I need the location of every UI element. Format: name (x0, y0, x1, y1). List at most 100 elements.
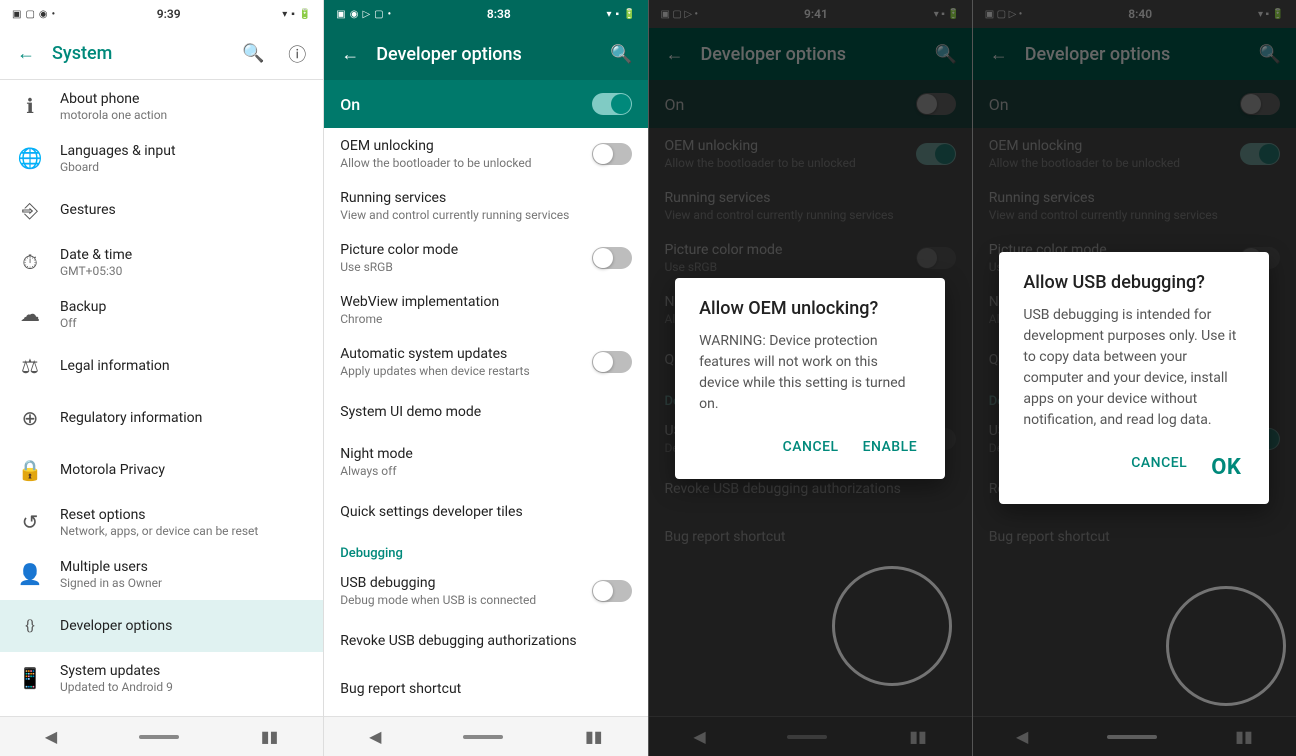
backup-icon: ☁ (16, 300, 44, 328)
about-icon: ℹ (16, 92, 44, 120)
dev-item-revoke-usb[interactable]: Revoke USB debugging authorizations (324, 617, 647, 665)
page-title-p2: Developer options (376, 44, 595, 65)
enable-circle-overlay (832, 566, 952, 686)
autoupdate-knob-p2 (593, 352, 613, 372)
datetime-icon: ⏱ (16, 248, 44, 276)
search-icon-p1[interactable]: 🔍 (235, 36, 271, 72)
dev-on-knob-p2 (611, 94, 631, 114)
dev-item-qs-tiles[interactable]: Quick settings developer tiles (324, 488, 647, 536)
legal-icon: ⚖ (16, 352, 44, 380)
settings-item-about[interactable]: ℹ About phone motorola one action (0, 80, 323, 132)
page-title-p1: System (52, 43, 227, 64)
colormode-knob-p2 (593, 248, 613, 268)
dev-item-nightmode[interactable]: Night mode Always off (324, 436, 647, 488)
settings-item-sysupdate[interactable]: 📱 System updates Updated to Android 9 (0, 652, 323, 704)
oem-dialog-overlay: Allow OEM unlocking? WARNING: Device pro… (649, 0, 972, 756)
oem-toggle-p2[interactable] (592, 143, 632, 165)
usb-ok-btn[interactable]: OK (1207, 447, 1245, 488)
dev-item-uidemo[interactable]: System UI demo mode (324, 388, 647, 436)
dev-on-label-p2: On (340, 95, 360, 114)
gestures-icon: ⎆ (16, 196, 44, 224)
colormode-toggle-p2[interactable] (592, 247, 632, 269)
settings-item-gestures[interactable]: ⎆ Gestures (0, 184, 323, 236)
oem-knob-p2 (593, 144, 613, 164)
privacy-icon: 🔒 (16, 456, 44, 484)
recents-nav-p1[interactable]: ▮▮ (253, 719, 287, 754)
dev-item-colormode[interactable]: Picture color mode Use sRGB (324, 232, 647, 284)
status-bar-p2: ▣◉▷▢• 8:38 ▾▪🔋 (324, 0, 647, 28)
usbdebug-knob-p2 (593, 581, 613, 601)
bottom-nav-p1: ◀ ▮▮ (0, 716, 323, 756)
settings-item-languages[interactable]: 🌐 Languages & input Gboard (0, 132, 323, 184)
settings-item-legal[interactable]: ⚖ Legal information (0, 340, 323, 392)
settings-list-p1: ℹ About phone motorola one action 🌐 Lang… (0, 80, 323, 716)
settings-item-privacy[interactable]: 🔒 Motorola Privacy (0, 444, 323, 496)
about-title: About phone (60, 91, 307, 107)
recents-nav-p2[interactable]: ▮▮ (577, 719, 611, 754)
status-icons-left-p1: ▣▢◉• (12, 9, 55, 20)
back-nav-p2[interactable]: ◀ (361, 719, 389, 754)
search-icon-p2[interactable]: 🔍 (604, 36, 640, 72)
settings-item-backup[interactable]: ☁ Backup Off (0, 288, 323, 340)
app-bar-p1: ← System 🔍 ⓘ (0, 28, 323, 80)
backup-subtitle: Off (60, 316, 307, 330)
settings-item-regulatory[interactable]: ⊕ Regulatory information (0, 392, 323, 444)
ok-circle-overlay (1166, 586, 1286, 706)
usb-dialog-title: Allow USB debugging? (1023, 272, 1245, 293)
settings-item-datetime[interactable]: ⏱ Date & time GMT+05:30 (0, 236, 323, 288)
settings-item-developer[interactable]: {} Developer options (0, 600, 323, 652)
dev-item-usbdebug[interactable]: USB debugging Debug mode when USB is con… (324, 565, 647, 617)
oem-enable-btn[interactable]: Enable (859, 431, 922, 463)
sysupdate-icon: 📱 (16, 664, 44, 692)
oem-dialog-body: WARNING: Device protection features will… (699, 331, 921, 415)
help-icon-p1[interactable]: ⓘ (279, 36, 315, 72)
reset-title: Reset options (60, 507, 307, 523)
developer-title: Developer options (60, 618, 307, 634)
sysupdate-subtitle: Updated to Android 9 (60, 680, 307, 694)
dev-item-oem[interactable]: OEM unlocking Allow the bootloader to be… (324, 128, 647, 180)
datetime-title: Date & time (60, 247, 307, 263)
dev-on-toggle-p2[interactable] (592, 93, 632, 115)
back-nav-p1[interactable]: ◀ (37, 719, 65, 754)
oem-cancel-btn[interactable]: Cancel (779, 431, 843, 463)
back-icon-p2[interactable]: ← (332, 36, 368, 72)
developer-icon: {} (16, 612, 44, 640)
status-icons-left-p2: ▣◉▷▢• (336, 9, 391, 20)
home-pill-p1[interactable] (139, 735, 179, 739)
usbdebug-toggle-p2[interactable] (592, 580, 632, 602)
legal-title: Legal information (60, 358, 307, 374)
dev-item-webview[interactable]: WebView implementation Chrome (324, 284, 647, 336)
usb-dialog-overlay: Allow USB debugging? USB debugging is in… (973, 0, 1296, 756)
reset-icon: ↺ (16, 508, 44, 536)
settings-item-users[interactable]: 👤 Multiple users Signed in as Owner (0, 548, 323, 600)
dev-item-bugreport[interactable]: Bug report shortcut (324, 665, 647, 713)
developer-options-panel-oem-dialog: ▣ ▢ ▷ • 9:41 ▾ ▪ 🔋 ← Developer options 🔍… (649, 0, 972, 756)
usb-cancel-btn[interactable]: Cancel (1127, 447, 1191, 488)
users-subtitle: Signed in as Owner (60, 576, 307, 590)
dev-item-autoupdate[interactable]: Automatic system updates Apply updates w… (324, 336, 647, 388)
status-bar-p1: ▣▢◉• 9:39 ▾▪🔋 (0, 0, 323, 28)
oem-dialog: Allow OEM unlocking? WARNING: Device pro… (675, 278, 945, 479)
back-icon-p1[interactable]: ← (8, 36, 44, 72)
oem-dialog-title: Allow OEM unlocking? (699, 298, 921, 319)
status-time-p1: 9:39 (157, 7, 181, 21)
usb-dialog-actions: Cancel OK (1023, 447, 1245, 488)
dev-item-running[interactable]: Running services View and control curren… (324, 180, 647, 232)
privacy-title: Motorola Privacy (60, 462, 307, 478)
home-pill-p2[interactable] (463, 735, 503, 739)
autoupdate-toggle-p2[interactable] (592, 351, 632, 373)
bottom-nav-p2: ◀ ▮▮ (324, 716, 647, 756)
app-bar-p2: ← Developer options 🔍 (324, 28, 647, 80)
users-icon: 👤 (16, 560, 44, 588)
status-icons-right-p1: ▾▪🔋 (282, 9, 311, 20)
system-settings-panel: ▣▢◉• 9:39 ▾▪🔋 ← System 🔍 ⓘ ℹ About phone… (0, 0, 323, 756)
dev-on-strip-p2: On (324, 80, 647, 128)
gestures-title: Gestures (60, 202, 307, 218)
reset-subtitle: Network, apps, or device can be reset (60, 524, 307, 538)
datetime-subtitle: GMT+05:30 (60, 264, 307, 278)
settings-item-reset[interactable]: ↺ Reset options Network, apps, or device… (0, 496, 323, 548)
usb-dialog-body: USB debugging is intended for developmen… (1023, 305, 1245, 431)
developer-options-panel: ▣◉▷▢• 8:38 ▾▪🔋 ← Developer options 🔍 On … (324, 0, 647, 756)
status-time-p2: 8:38 (487, 7, 511, 21)
languages-subtitle: Gboard (60, 160, 307, 174)
